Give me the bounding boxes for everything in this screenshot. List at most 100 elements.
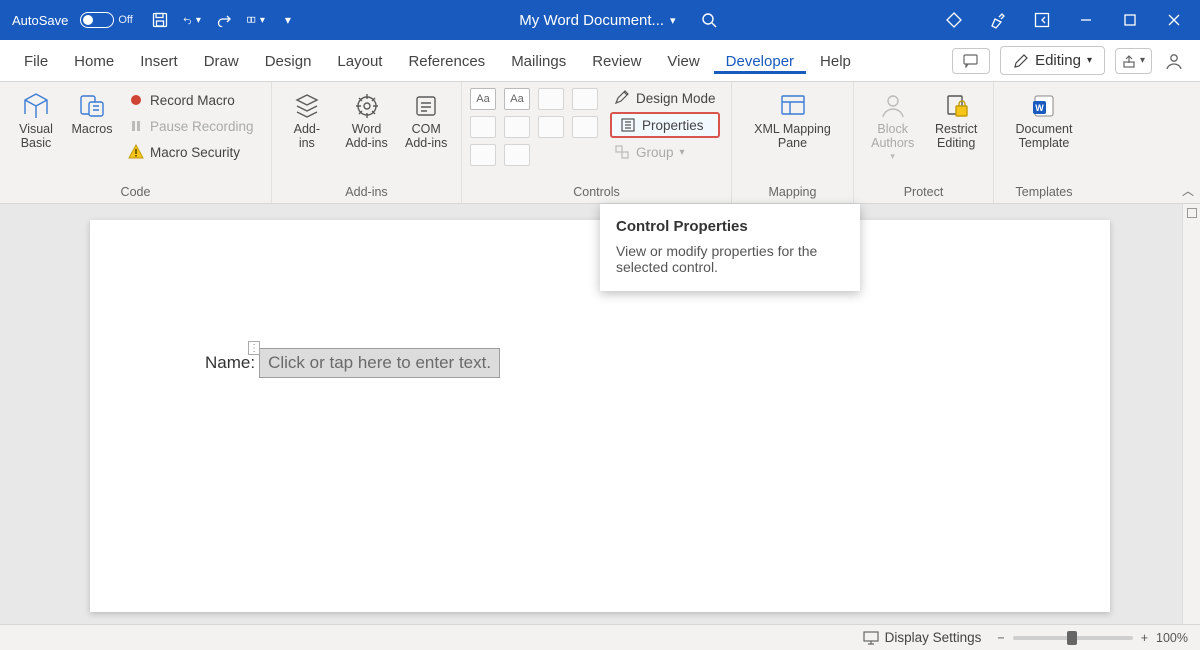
document-title-text: My Word Document... bbox=[519, 12, 664, 29]
ctrl-combobox[interactable] bbox=[504, 116, 530, 138]
group-icon bbox=[614, 144, 630, 160]
ctrl-buildingblock[interactable] bbox=[572, 88, 598, 110]
macros-button[interactable]: Macros bbox=[64, 88, 120, 136]
close-button[interactable] bbox=[1160, 6, 1188, 34]
record-macro-button[interactable]: Record Macro bbox=[124, 90, 258, 110]
content-control-handle[interactable]: ⋮ bbox=[248, 341, 260, 355]
addins-icon bbox=[290, 90, 324, 122]
zoom-out-button[interactable]: − bbox=[997, 631, 1004, 645]
collapse-ribbon-icon[interactable]: ︿ bbox=[1182, 182, 1194, 199]
tab-home[interactable]: Home bbox=[62, 47, 126, 74]
group-protect-label: Protect bbox=[854, 182, 993, 203]
ctrl-picture[interactable] bbox=[538, 88, 564, 110]
group-protect: Block Authors▾ Restrict Editing Protect bbox=[854, 82, 994, 203]
titlebar-center: My Word Document... ▾ bbox=[297, 11, 940, 29]
pause-recording-button: Pause Recording bbox=[124, 116, 258, 136]
document-template-button[interactable]: W Document Template bbox=[1002, 88, 1086, 151]
addins-button[interactable]: Add- ins bbox=[280, 88, 334, 151]
redo-icon[interactable] bbox=[215, 11, 233, 29]
display-settings-button[interactable]: Display Settings bbox=[859, 628, 986, 647]
comments-button[interactable] bbox=[952, 48, 990, 74]
macros-label: Macros bbox=[72, 122, 113, 136]
tab-view[interactable]: View bbox=[655, 47, 711, 74]
tab-mailings[interactable]: Mailings bbox=[499, 47, 578, 74]
ctrl-plaintext[interactable]: Aa bbox=[504, 88, 530, 110]
properties-icon bbox=[620, 117, 636, 133]
maximize-button[interactable] bbox=[1116, 6, 1144, 34]
status-bar: Display Settings − + 100% bbox=[0, 624, 1200, 650]
qat-more-icon[interactable] bbox=[247, 11, 265, 29]
group-templates: W Document Template Templates bbox=[994, 82, 1094, 203]
svg-text:W: W bbox=[1035, 103, 1044, 113]
scroll-up-icon[interactable] bbox=[1187, 208, 1197, 218]
tab-design[interactable]: Design bbox=[253, 47, 324, 74]
properties-button[interactable]: Properties bbox=[610, 112, 720, 138]
visual-basic-label: Visual Basic bbox=[19, 122, 53, 151]
content-control-placeholder: Click or tap here to enter text. bbox=[268, 353, 491, 372]
zoom-in-button[interactable]: + bbox=[1141, 631, 1148, 645]
tab-insert[interactable]: Insert bbox=[128, 47, 190, 74]
ctrl-dropdown[interactable] bbox=[538, 116, 564, 138]
visual-basic-button[interactable]: Visual Basic bbox=[8, 88, 64, 151]
display-settings-icon bbox=[863, 631, 879, 645]
tab-references[interactable]: References bbox=[396, 47, 497, 74]
ribbon: Visual Basic Macros Record Macro Pause R… bbox=[0, 82, 1200, 204]
save-icon[interactable] bbox=[151, 11, 169, 29]
editing-label: Editing bbox=[1035, 52, 1081, 69]
tab-help[interactable]: Help bbox=[808, 47, 863, 74]
qat-overflow-icon[interactable]: ▾ bbox=[279, 11, 297, 29]
zoom-value[interactable]: 100% bbox=[1156, 631, 1188, 645]
ribbon-tabs: File Home Insert Draw Design Layout Refe… bbox=[0, 40, 1200, 82]
ctrl-datepicker[interactable] bbox=[572, 116, 598, 138]
ctrl-checkbox[interactable] bbox=[470, 116, 496, 138]
pencil-icon bbox=[1013, 53, 1029, 69]
tab-developer[interactable]: Developer bbox=[714, 47, 806, 74]
design-mode-button[interactable]: Design Mode bbox=[610, 88, 720, 108]
zoom-slider[interactable] bbox=[1013, 636, 1133, 640]
autosave-toggle[interactable] bbox=[80, 12, 114, 28]
group-controls-label: Controls bbox=[462, 182, 731, 203]
macro-security-button[interactable]: Macro Security bbox=[124, 142, 258, 162]
brush-icon[interactable] bbox=[984, 6, 1012, 34]
tab-file[interactable]: File bbox=[12, 47, 60, 74]
properties-label: Properties bbox=[642, 118, 704, 133]
autosave-state: Off bbox=[118, 14, 132, 26]
search-icon[interactable] bbox=[700, 11, 718, 29]
diamond-icon[interactable] bbox=[940, 6, 968, 34]
pause-recording-icon bbox=[128, 118, 144, 134]
block-authors-label: Block Authors bbox=[871, 122, 914, 151]
ctrl-legacy[interactable] bbox=[504, 144, 530, 166]
document-title[interactable]: My Word Document... ▾ bbox=[519, 12, 675, 29]
group-addins-label: Add-ins bbox=[272, 182, 461, 203]
record-macro-label: Record Macro bbox=[150, 93, 235, 108]
document-template-icon: W bbox=[1027, 90, 1061, 122]
ctrl-richtext[interactable]: Aa bbox=[470, 88, 496, 110]
undo-icon[interactable] bbox=[183, 11, 201, 29]
word-addins-button[interactable]: Word Add-ins bbox=[340, 88, 394, 151]
vertical-scrollbar[interactable] bbox=[1182, 204, 1200, 624]
xml-mapping-label: XML Mapping Pane bbox=[754, 122, 831, 151]
tab-draw[interactable]: Draw bbox=[192, 47, 251, 74]
ctrl-repeating[interactable] bbox=[470, 144, 496, 166]
xml-mapping-button[interactable]: XML Mapping Pane bbox=[745, 88, 841, 151]
document-template-label: Document Template bbox=[1016, 122, 1073, 151]
tab-layout[interactable]: Layout bbox=[325, 47, 394, 74]
word-addins-icon bbox=[350, 90, 384, 122]
content-control[interactable]: ⋮ Click or tap here to enter text. bbox=[259, 348, 500, 378]
com-addins-button[interactable]: COM Add-ins bbox=[399, 88, 453, 151]
editing-mode-button[interactable]: Editing ▾ bbox=[1000, 46, 1105, 75]
zoom-thumb[interactable] bbox=[1067, 631, 1077, 645]
restrict-editing-icon bbox=[939, 90, 973, 122]
minimize-button[interactable] bbox=[1072, 6, 1100, 34]
group-addins: Add- ins Word Add-ins COM Add-ins Add-in… bbox=[272, 82, 462, 203]
share-button[interactable]: ▾ bbox=[1115, 48, 1152, 74]
group-code: Visual Basic Macros Record Macro Pause R… bbox=[0, 82, 272, 203]
macros-icon bbox=[75, 90, 109, 122]
titlebar-right bbox=[940, 6, 1188, 34]
app-mode-icon[interactable] bbox=[1028, 6, 1056, 34]
restrict-editing-button[interactable]: Restrict Editing bbox=[927, 88, 985, 151]
tab-review[interactable]: Review bbox=[580, 47, 653, 74]
block-authors-icon bbox=[876, 90, 910, 122]
account-icon[interactable] bbox=[1160, 47, 1188, 75]
com-addins-icon bbox=[409, 90, 443, 122]
